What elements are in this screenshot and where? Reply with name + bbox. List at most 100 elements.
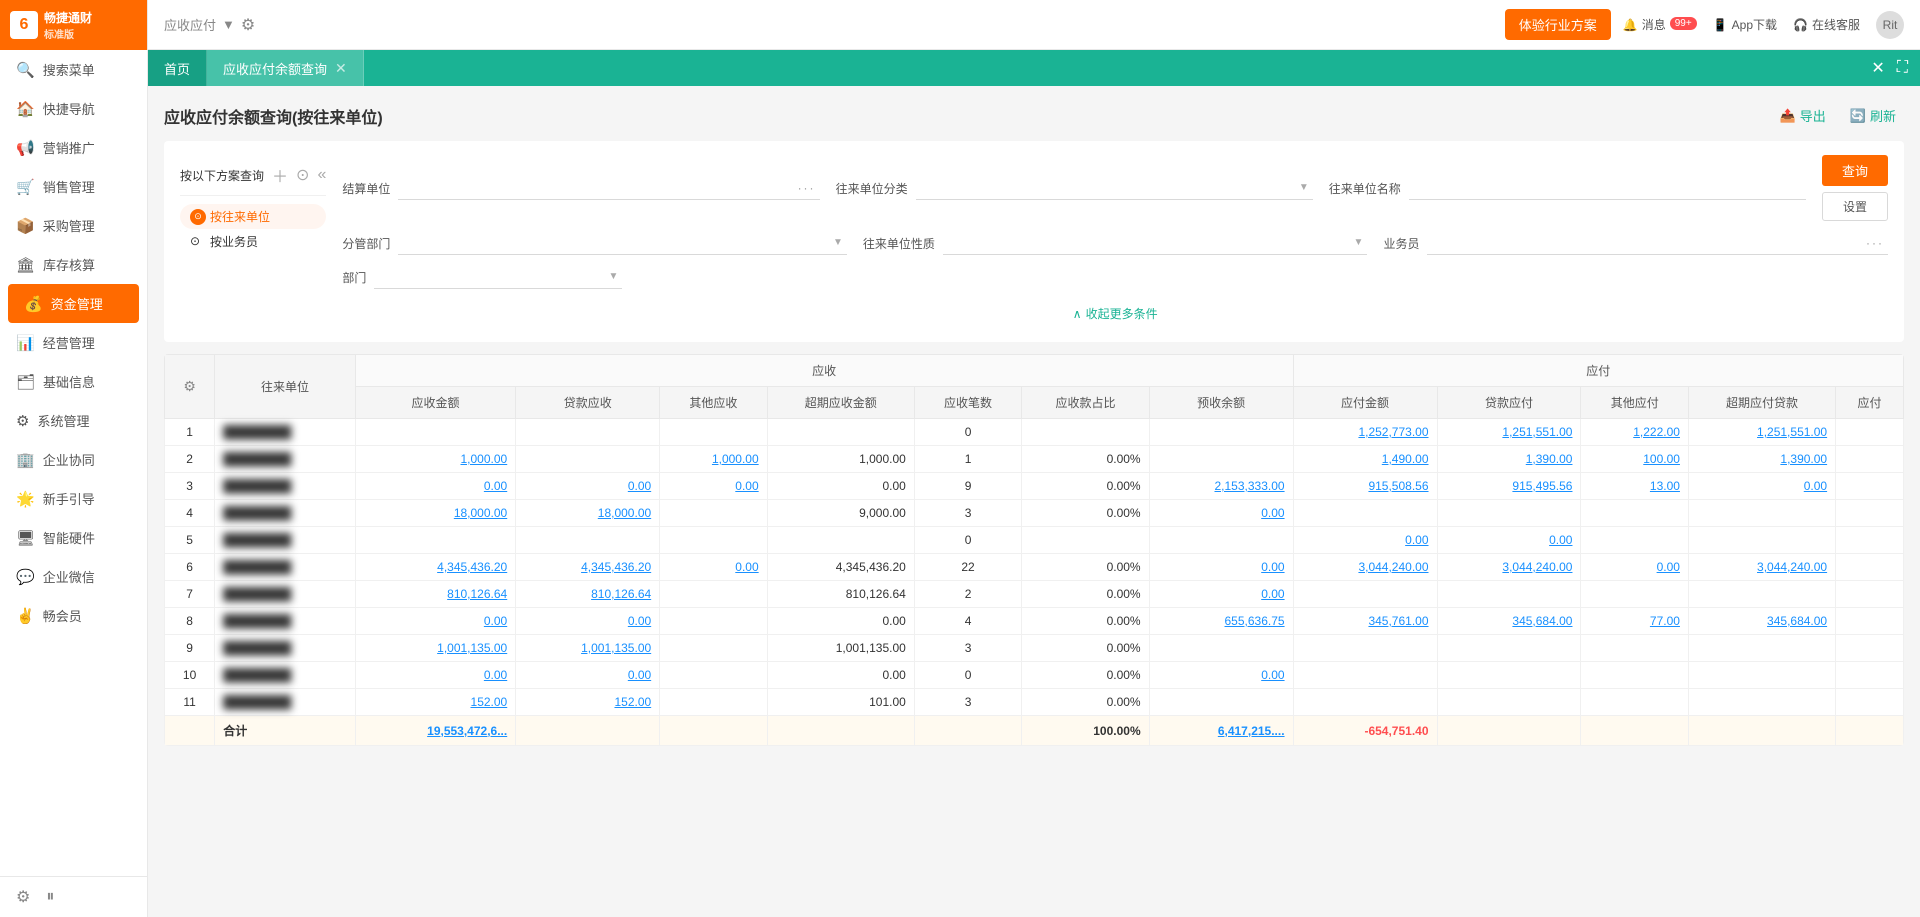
finance-icon: 💰	[24, 295, 43, 313]
sidebar-item-quick-nav[interactable]: 🏠 快捷导航	[0, 89, 147, 128]
tab-bar-right: ✕ ⛶	[1859, 50, 1920, 86]
th-ap-other: 其他应付	[1581, 387, 1688, 419]
headset-icon: 🎧	[1793, 18, 1808, 32]
online-service-button[interactable]: 🎧 在线客服	[1793, 16, 1860, 33]
sidebar-item-operations[interactable]: 📊 经营管理	[0, 323, 147, 362]
partner-category-select[interactable]: ▼	[916, 176, 1313, 200]
refresh-icon: 🔄	[1850, 108, 1866, 124]
chevron-down-icon: ▼	[1299, 182, 1309, 193]
th-settings[interactable]: ⚙	[165, 355, 215, 419]
scheme-bar: 按以下方案查询 ＋ ⊙ «	[180, 155, 326, 196]
footer-label	[165, 716, 215, 746]
table-row: 9████████1,001,135.001,001,135.001,001,1…	[165, 635, 1904, 662]
breadcrumb: 应收应付 ▼ ⚙	[164, 15, 1493, 35]
collapse-scheme-icon[interactable]: «	[317, 166, 326, 184]
box-icon: 📦	[16, 217, 35, 235]
download-icon: 📱	[1713, 18, 1728, 32]
settings-gear-icon[interactable]: ⚙	[241, 15, 255, 35]
sidebar-item-sales[interactable]: 🛒 销售管理	[0, 167, 147, 206]
tab-close-icon[interactable]: ✕	[335, 60, 347, 77]
app-version: 标准版	[44, 26, 92, 41]
header: 应收应付 ▼ ⚙ 体验行业方案 🔔 消息 99+ 📱 App下载 🎧 在线客服 …	[148, 0, 1920, 50]
sidebar-item-search-menu[interactable]: 🔍 搜索菜单	[0, 50, 147, 89]
page-actions: 📤 导出 🔄 刷新	[1772, 102, 1904, 129]
collapse-more-button[interactable]: ∧ 收起更多条件	[342, 299, 1888, 328]
filter-row-3: 部门 ▼	[342, 265, 1888, 289]
th-ap-amount: 应付金额	[1293, 387, 1437, 419]
th-partner: 往来单位	[215, 355, 356, 419]
cart-icon: 🛒	[16, 178, 35, 196]
sidebar-item-enterprise[interactable]: 🏢 企业协同	[0, 440, 147, 479]
bell-icon: 🔔	[1623, 18, 1638, 32]
app-logo: 6 畅捷通财 标准版	[0, 0, 147, 50]
filter-partner-nature: 往来单位性质 ▼	[863, 231, 1368, 255]
footer-ar-loan	[516, 716, 660, 746]
filter-salesperson: 业务员 ···	[1383, 231, 1888, 255]
sidebar-item-guide[interactable]: 🌟 新手引导	[0, 479, 147, 518]
export-button[interactable]: 📤 导出	[1772, 102, 1834, 129]
edit-scheme-icon[interactable]: ⊙	[296, 165, 309, 185]
megaphone-icon: 📢	[16, 139, 35, 157]
th-ar-other: 其他应收	[660, 387, 767, 419]
scheme-by-unit[interactable]: ⊙ 按往来单位	[180, 204, 326, 229]
settings-icon[interactable]: ⚙	[16, 887, 30, 907]
filter-area: 按以下方案查询 ＋ ⊙ « ⊙ 按往来单位 ⊙ 按业务员	[164, 141, 1904, 342]
tab-expand-icon[interactable]: ⛶	[1897, 59, 1908, 77]
chart-icon: 📊	[16, 334, 35, 352]
chevron-down-icon-4: ▼	[608, 271, 618, 282]
footer-ar-amount[interactable]: 19,553,472,6...	[355, 716, 515, 746]
table-footer-row: 合计 19,553,472,6... 100.00% 6,417,215....…	[165, 716, 1904, 746]
table-row: 11████████152.00152.00101.0030.00%	[165, 689, 1904, 716]
partner-name-input[interactable]	[1409, 176, 1806, 200]
footer-ar-prepay[interactable]: 6,417,215....	[1149, 716, 1293, 746]
filter-partner-category: 往来单位分类 ▼	[836, 176, 1313, 200]
sidebar-item-wechat[interactable]: 💬 企业微信	[0, 557, 147, 596]
refresh-button[interactable]: 🔄 刷新	[1842, 102, 1904, 129]
dept-manager-select[interactable]: ▼	[398, 231, 847, 255]
data-table-wrap: ⚙ 往来单位 应收 应付 应收金额 贷款应收 其他应收 超期应收金额 应收笔数 …	[164, 354, 1904, 746]
sidebar-item-inventory[interactable]: 🏛 库存核算	[0, 245, 147, 284]
pause-icon[interactable]: ⏸	[46, 888, 54, 906]
folder-icon: 🗂	[16, 373, 35, 391]
chat-icon: 💬	[16, 568, 35, 586]
export-icon: 📤	[1780, 108, 1796, 124]
gear-icon: ⚙	[16, 412, 29, 430]
app-name: 畅捷通财	[44, 9, 92, 26]
scheme-by-staff[interactable]: ⊙ 按业务员	[180, 229, 326, 254]
table-row: 5████████00.000.00	[165, 527, 1904, 554]
sidebar-item-system[interactable]: ⚙ 系统管理	[0, 401, 147, 440]
sidebar-item-finance[interactable]: 💰 资金管理	[8, 284, 139, 323]
footer-ar-overdue	[767, 716, 914, 746]
footer-total-label: 合计	[215, 716, 356, 746]
add-scheme-icon[interactable]: ＋	[272, 163, 288, 187]
footer-ap-loan	[1437, 716, 1581, 746]
filter-settlement-unit: 结算单位 ···	[342, 176, 819, 200]
app-download-button[interactable]: 📱 App下载	[1713, 16, 1777, 33]
th-ar-overdue: 超期应收金额	[767, 387, 914, 419]
sidebar-item-hardware[interactable]: 🖥 智能硬件	[0, 518, 147, 557]
chevron-down-icon-2: ▼	[833, 237, 843, 248]
salesperson-input[interactable]: ···	[1427, 231, 1888, 255]
table-scroll-area[interactable]: ⚙ 往来单位 应收 应付 应收金额 贷款应收 其他应收 超期应收金额 应收笔数 …	[164, 354, 1904, 746]
notification-button[interactable]: 🔔 消息 99+	[1623, 16, 1697, 33]
table-row: 7████████810,126.64810,126.64810,126.642…	[165, 581, 1904, 608]
query-button[interactable]: 查询	[1822, 155, 1888, 186]
star-icon: 🌟	[16, 490, 35, 508]
sidebar-item-marketing[interactable]: 📢 营销推广	[0, 128, 147, 167]
sidebar-item-basic-info[interactable]: 🗂 基础信息	[0, 362, 147, 401]
industry-solution-button[interactable]: 体验行业方案	[1505, 9, 1611, 40]
table-config-icon[interactable]: ⚙	[183, 378, 196, 394]
table-row: 2████████1,000.001,000.001,000.0010.00%1…	[165, 446, 1904, 473]
th-ap-balance: 应付	[1836, 387, 1904, 419]
settings-button[interactable]: 设置	[1822, 192, 1888, 221]
tab-balance-query[interactable]: 应收应付余额查询 ✕	[207, 50, 364, 86]
partner-nature-select[interactable]: ▼	[943, 231, 1368, 255]
user-avatar[interactable]: Rit	[1876, 11, 1904, 39]
settlement-unit-input[interactable]: ···	[398, 176, 819, 200]
tab-close-window-icon[interactable]: ✕	[1871, 58, 1884, 78]
department-select[interactable]: ▼	[374, 265, 622, 289]
sidebar-item-member[interactable]: ✌ 畅会员	[0, 596, 147, 635]
tab-home[interactable]: 首页	[148, 50, 207, 86]
sidebar-item-purchase[interactable]: 📦 采购管理	[0, 206, 147, 245]
footer-ap-balance	[1836, 716, 1904, 746]
